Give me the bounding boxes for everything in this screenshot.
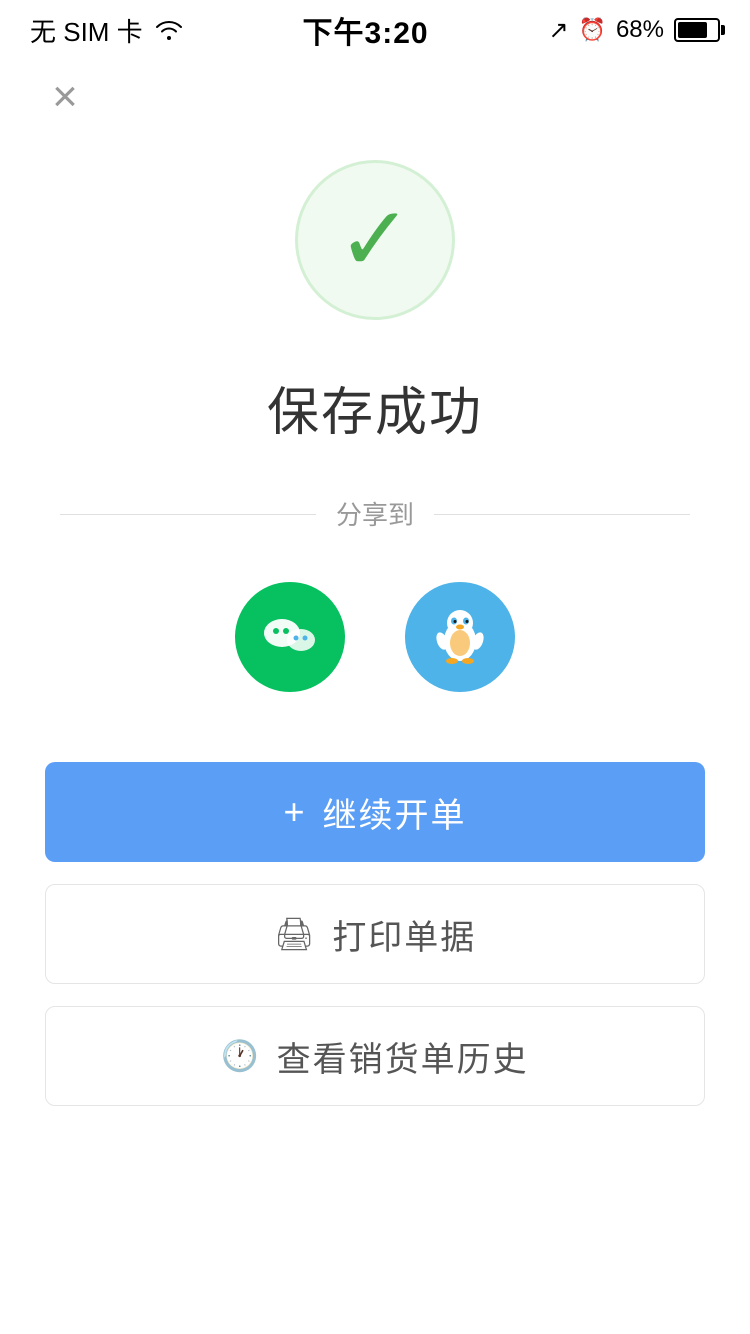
alarm-icon: ⏰ [579, 17, 606, 43]
history-label: 查看销货单历史 [277, 1032, 529, 1081]
battery-icon [674, 18, 720, 42]
status-left: 无 SIM 卡 [30, 12, 183, 49]
battery-percent: 68% [616, 16, 664, 44]
battery-fill [678, 22, 707, 38]
location-icon: ↗ [548, 16, 568, 45]
success-circle: ✓ [295, 160, 455, 320]
history-icon: 🕐 [221, 1039, 260, 1074]
action-buttons: + 继续开单 🖨 打印单据 🕐 查看销货单历史 [45, 762, 705, 1106]
wechat-share-button[interactable] [235, 582, 345, 692]
wifi-icon [155, 20, 183, 40]
print-button[interactable]: 🖨 打印单据 [45, 884, 705, 984]
main-content: ✓ 保存成功 分享到 [0, 60, 750, 1106]
status-time: 下午3:20 [303, 8, 429, 52]
print-label: 打印单据 [332, 910, 476, 959]
success-title: 保存成功 [267, 370, 483, 445]
history-button[interactable]: 🕐 查看销货单历史 [45, 1006, 705, 1106]
qq-share-button[interactable] [405, 582, 515, 692]
status-right: ↗ ⏰ 68% [548, 16, 720, 45]
wechat-icon [258, 605, 322, 669]
continue-button[interactable]: + 继续开单 [45, 762, 705, 862]
share-label: 分享到 [316, 495, 434, 532]
close-button[interactable]: × [40, 72, 90, 122]
carrier-text: 无 SIM 卡 [30, 12, 143, 49]
print-icon: 🖨 [274, 915, 317, 953]
checkmark-icon: ✓ [337, 195, 412, 285]
share-section: 分享到 [0, 495, 750, 532]
plus-icon: + [283, 791, 306, 833]
share-icons [235, 582, 515, 692]
qq-icon [428, 605, 492, 669]
close-icon: × [52, 75, 78, 119]
continue-label: 继续开单 [323, 788, 467, 837]
status-bar: 无 SIM 卡 下午3:20 ↗ ⏰ 68% [0, 0, 750, 60]
